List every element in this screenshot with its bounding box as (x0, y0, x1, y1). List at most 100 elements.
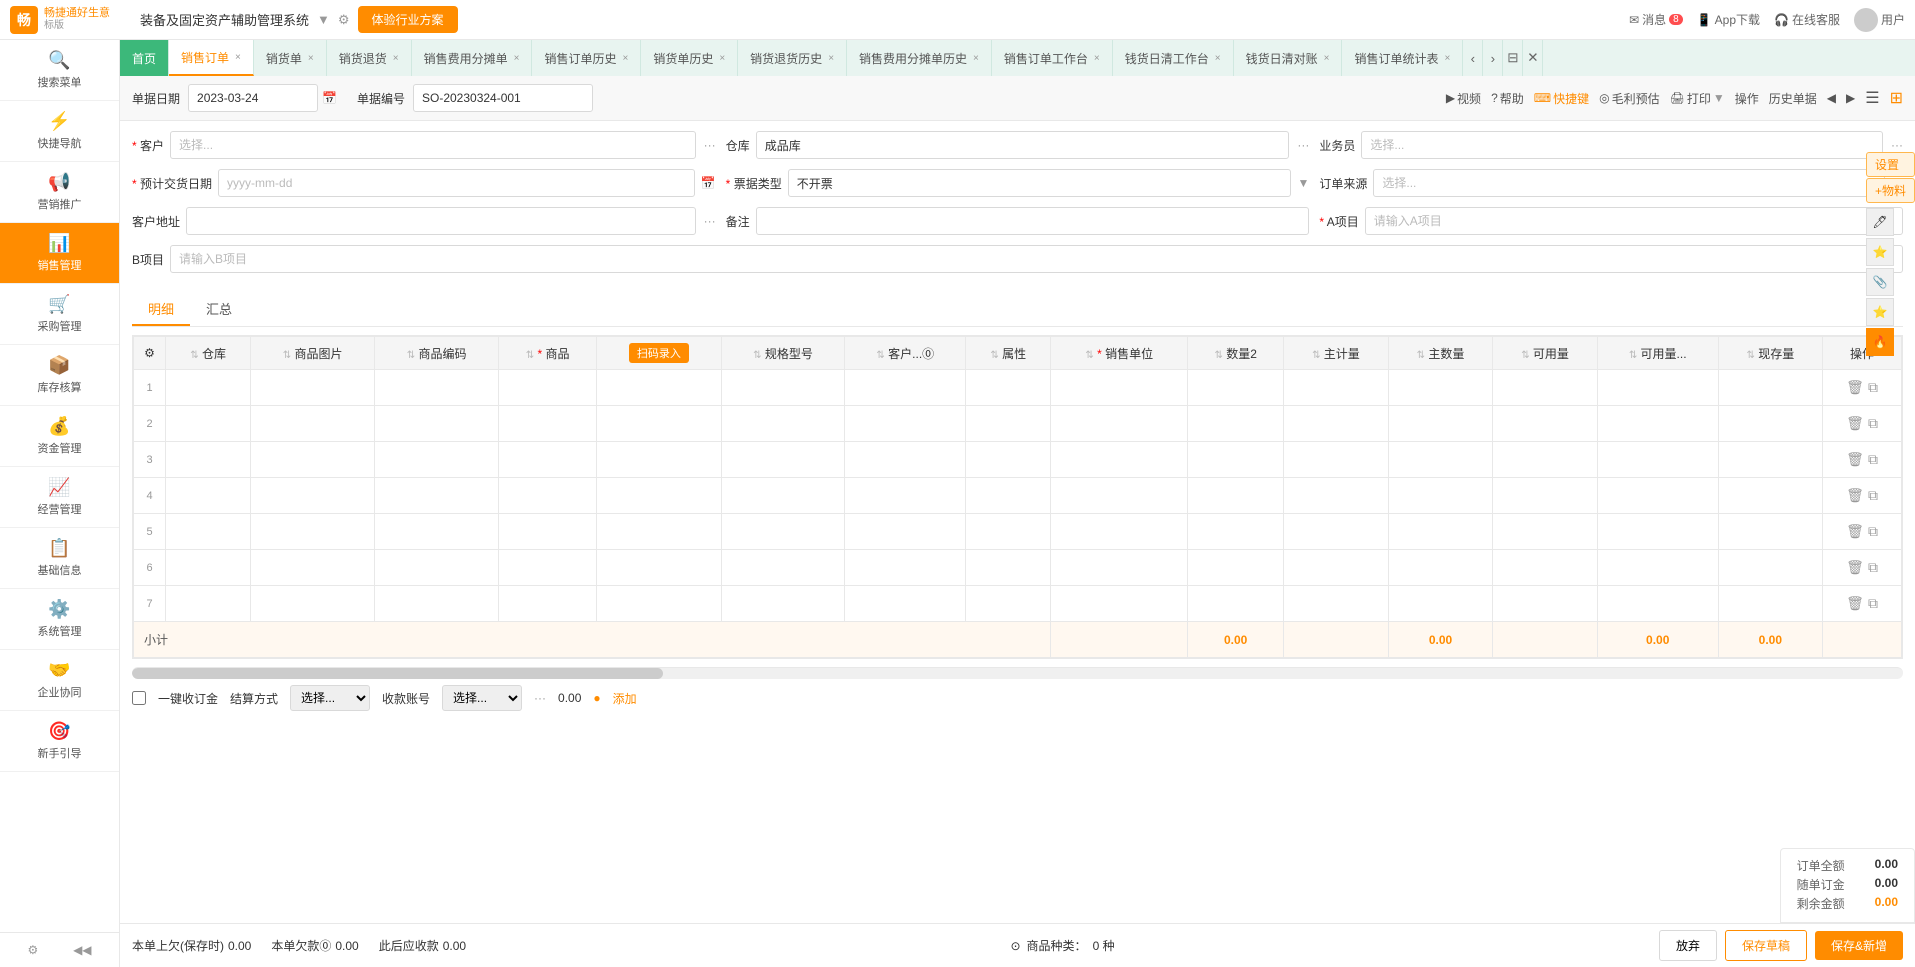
tab-detail[interactable]: 明细 (132, 293, 190, 326)
tab-expand-btn[interactable]: ⊟ (1503, 40, 1523, 76)
row1-copy-btn[interactable]: ⧉ (1868, 379, 1878, 396)
row7-qty2[interactable] (1188, 586, 1284, 622)
tab-close-cash-reconcile[interactable]: × (1324, 53, 1330, 64)
setting-btn[interactable]: 设置 (1866, 152, 1915, 177)
right-icon-1[interactable]: 🖊 (1866, 208, 1894, 236)
order-source-input[interactable] (1373, 169, 1885, 197)
industry-btn[interactable]: 体验行业方案 (358, 6, 458, 33)
tab-cash-workbench[interactable]: 钱货日清工作台 × (1113, 40, 1234, 76)
row4-warehouse[interactable] (166, 478, 251, 514)
row5-customer[interactable] (845, 514, 966, 550)
save-new-btn[interactable]: 保存&新增 (1815, 931, 1903, 960)
row7-property[interactable] (966, 586, 1051, 622)
right-icon-3[interactable]: 📎 (1866, 268, 1894, 296)
order-no-input[interactable] (413, 84, 593, 112)
operate-btn[interactable]: 操作 (1735, 90, 1759, 107)
sidebar-item-inventory[interactable]: 📦 库存核算 (0, 345, 119, 406)
save-draft-btn[interactable]: 保存草稿 (1725, 930, 1807, 961)
sidebar-item-quicknav[interactable]: ⚡ 快捷导航 (0, 101, 119, 162)
row4-main-qty[interactable] (1388, 478, 1493, 514)
tab-close-sales-order[interactable]: × (235, 52, 241, 63)
address-dots[interactable]: ··· (704, 214, 716, 228)
tab-close-order-workbench[interactable]: × (1094, 53, 1100, 64)
row2-customer[interactable] (845, 406, 966, 442)
row7-warehouse[interactable] (166, 586, 251, 622)
scan-btn[interactable]: 扫码录入 (629, 343, 689, 363)
row5-warehouse[interactable] (166, 514, 251, 550)
warehouse-dots[interactable]: ··· (1297, 138, 1309, 152)
row4-qty2[interactable] (1188, 478, 1284, 514)
delivery-calendar-icon[interactable]: 📅 (701, 176, 716, 190)
tab-prev-btn[interactable]: ‹ (1463, 40, 1483, 76)
row6-property[interactable] (966, 550, 1051, 586)
tab-return-history[interactable]: 销货退货历史 × (738, 40, 847, 76)
row2-property[interactable] (966, 406, 1051, 442)
row7-spec[interactable] (721, 586, 845, 622)
tab-sales-stats[interactable]: 销售订单统计表 × (1342, 40, 1463, 76)
settlement-select[interactable]: 选择... (290, 685, 370, 711)
row3-warehouse[interactable] (166, 442, 251, 478)
sidebar-item-search[interactable]: 🔍 搜索菜单 (0, 40, 119, 101)
tab-close-sales-expense[interactable]: × (514, 53, 520, 64)
sidebar-item-basic-info[interactable]: 📋 基础信息 (0, 528, 119, 589)
tab-close-order-history[interactable]: × (622, 53, 628, 64)
row3-spec[interactable] (721, 442, 845, 478)
row1-delete-btn[interactable]: 🗑 (1846, 379, 1864, 396)
sidebar-item-operations[interactable]: 📈 经营管理 (0, 467, 119, 528)
sidebar-item-sales[interactable]: 📊 销售管理 (0, 223, 119, 284)
row5-spec[interactable] (721, 514, 845, 550)
customer-dots[interactable]: ··· (704, 138, 716, 152)
a-project-input[interactable] (1365, 207, 1903, 235)
row2-sales-unit[interactable] (1051, 406, 1188, 442)
row3-sales-unit[interactable] (1051, 442, 1188, 478)
row4-sales-unit[interactable] (1051, 478, 1188, 514)
row1-sales-unit[interactable] (1051, 370, 1188, 406)
row4-product[interactable] (499, 478, 597, 514)
tab-close-sales-goods[interactable]: × (308, 53, 314, 64)
row1-property[interactable] (966, 370, 1051, 406)
right-icon-4[interactable]: ⭐ (1866, 298, 1894, 326)
account-select[interactable]: 选择... (442, 685, 522, 711)
shortcut-btn[interactable]: ⌨ 快捷键 (1534, 90, 1589, 107)
right-icon-2[interactable]: ⭐ (1866, 238, 1894, 266)
settings-icon[interactable]: ⚙ (338, 12, 350, 28)
row3-customer[interactable] (845, 442, 966, 478)
tab-sales-expense[interactable]: 销售费用分摊单 × (412, 40, 533, 76)
th-gear[interactable]: ⚙ (134, 337, 166, 370)
row4-copy-btn[interactable]: ⧉ (1868, 487, 1878, 504)
tab-close-expense-history[interactable]: × (973, 53, 979, 64)
row2-copy-btn[interactable]: ⧉ (1868, 415, 1878, 432)
row2-delete-btn[interactable]: 🗑 (1846, 415, 1864, 432)
print-btn[interactable]: 🖨 打印 ▼ (1670, 90, 1725, 107)
row5-copy-btn[interactable]: ⧉ (1868, 523, 1878, 540)
app-download-btn[interactable]: 📱 App下载 (1697, 11, 1760, 28)
scroll-bar[interactable] (132, 667, 1903, 679)
row1-warehouse[interactable] (166, 370, 251, 406)
row2-qty2[interactable] (1188, 406, 1284, 442)
row6-main-qty[interactable] (1388, 550, 1493, 586)
right-icon-5[interactable]: 🔥 (1866, 328, 1894, 356)
grid-view-btn[interactable]: ⊞ (1890, 88, 1903, 108)
sidebar-item-finance[interactable]: 💰 资金管理 (0, 406, 119, 467)
row1-main-qty[interactable] (1388, 370, 1493, 406)
invoice-type-input[interactable] (788, 169, 1292, 197)
one-click-payment-checkbox[interactable] (132, 691, 146, 705)
row5-qty2[interactable] (1188, 514, 1284, 550)
sidebar-item-marketing[interactable]: 📢 营销推广 (0, 162, 119, 223)
sidebar-item-system[interactable]: ⚙️ 系统管理 (0, 589, 119, 650)
sidebar-item-enterprise[interactable]: 🤝 企业协同 (0, 650, 119, 711)
row3-main-qty[interactable] (1388, 442, 1493, 478)
row6-copy-btn[interactable]: ⧉ (1868, 559, 1878, 576)
view-btn[interactable]: ▶ 视频 (1446, 90, 1481, 107)
date-input[interactable] (188, 84, 318, 112)
tab-sales-goods[interactable]: 销货单 × (254, 40, 327, 76)
tab-close-goods-history[interactable]: × (719, 53, 725, 64)
history-btn[interactable]: 历史单据 (1769, 90, 1817, 107)
payment-dots[interactable]: ··· (534, 691, 546, 705)
row6-customer[interactable] (845, 550, 966, 586)
nav-next-btn[interactable]: ▶ (1846, 91, 1855, 105)
row6-delete-btn[interactable]: 🗑 (1846, 559, 1864, 576)
user-btn[interactable]: 用户 (1854, 8, 1905, 32)
row4-customer[interactable] (845, 478, 966, 514)
row3-code[interactable] (375, 442, 499, 478)
